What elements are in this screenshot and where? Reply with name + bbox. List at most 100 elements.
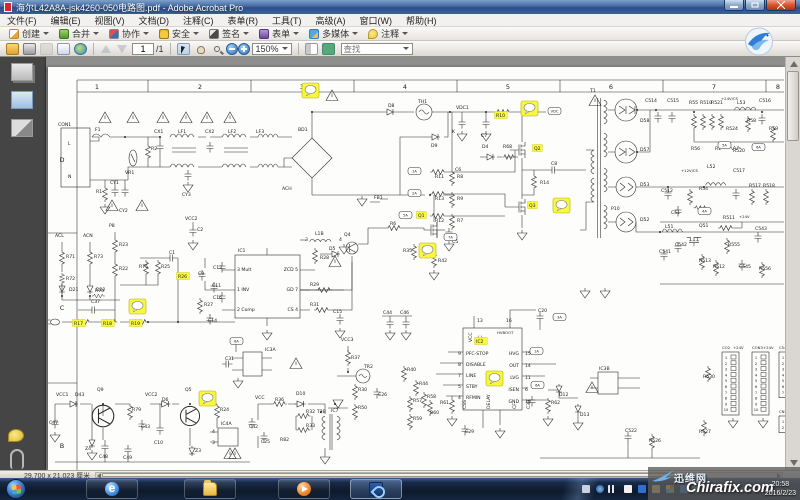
split-view-button[interactable] bbox=[322, 43, 335, 55]
hand-icon bbox=[197, 46, 205, 54]
menu-forms[interactable]: 表单(R) bbox=[221, 14, 266, 27]
window-titlebar[interactable]: 海尔L42A8A-jsk4260-050电路图.pdf - Adobe Acro… bbox=[0, 0, 800, 14]
chevron-down-icon bbox=[403, 47, 409, 50]
attachments-paperclip-icon[interactable] bbox=[10, 449, 24, 469]
share-button[interactable] bbox=[74, 43, 87, 55]
menu-document[interactable]: 文档(D) bbox=[132, 14, 177, 27]
select-tool-button[interactable] bbox=[177, 43, 190, 55]
page-thumbnails-icon[interactable] bbox=[11, 63, 33, 81]
zoom-out-button[interactable] bbox=[226, 43, 238, 55]
marquee-zoom-button[interactable] bbox=[211, 43, 224, 55]
combine-button[interactable]: 合并 bbox=[57, 28, 101, 40]
tray-360-icon[interactable] bbox=[596, 485, 604, 493]
zoom-level-value: 150% bbox=[256, 44, 279, 54]
find-input[interactable] bbox=[344, 44, 400, 54]
separator bbox=[93, 43, 94, 55]
lock-icon bbox=[159, 29, 169, 39]
taskbar-mediaplayer-button[interactable] bbox=[278, 479, 330, 499]
menu-edit[interactable]: 编辑(E) bbox=[44, 14, 88, 27]
pdf-doc-icon bbox=[4, 2, 12, 12]
zoom-in-button[interactable] bbox=[238, 43, 250, 55]
horizontal-scroll-thumb[interactable] bbox=[102, 473, 682, 477]
maximize-button[interactable] bbox=[745, 0, 765, 11]
collaborate-button[interactable]: 协作 bbox=[107, 28, 151, 40]
chevron-down-icon bbox=[282, 47, 288, 50]
multimedia-icon bbox=[309, 29, 319, 39]
chevron-down-icon bbox=[143, 32, 149, 35]
previous-page-button[interactable] bbox=[101, 45, 111, 53]
start-button[interactable] bbox=[6, 479, 26, 499]
windows-flag-icon bbox=[12, 484, 22, 494]
chevron-down-icon bbox=[93, 32, 99, 35]
magnifier-icon bbox=[214, 46, 220, 52]
pdf-page[interactable] bbox=[48, 67, 785, 470]
email-button[interactable] bbox=[57, 43, 70, 55]
tile-view-button[interactable] bbox=[305, 43, 318, 55]
hand-tool-button[interactable] bbox=[194, 43, 207, 55]
scroll-down-arrow[interactable] bbox=[790, 460, 798, 466]
secure-button[interactable]: 安全 bbox=[157, 28, 201, 40]
navigation-pane bbox=[0, 57, 46, 470]
desktop: 海尔L42A8A-jsk4260-050电路图.pdf - Adobe Acro… bbox=[0, 0, 800, 500]
taskbar-ie-button[interactable]: e bbox=[86, 479, 138, 499]
scroll-up-arrow[interactable] bbox=[790, 61, 798, 67]
chevron-down-icon bbox=[402, 32, 408, 35]
chevron-down-icon bbox=[352, 32, 358, 35]
open-file-button[interactable] bbox=[6, 43, 19, 55]
taskbar-explorer-button[interactable] bbox=[184, 479, 236, 499]
pen-icon bbox=[209, 29, 219, 39]
media-player-icon bbox=[297, 482, 311, 496]
next-page-button[interactable] bbox=[117, 45, 127, 53]
menu-view[interactable]: 视图(V) bbox=[88, 14, 132, 27]
folder-icon bbox=[203, 482, 217, 496]
close-button[interactable] bbox=[766, 0, 796, 11]
taskbar-video-app-button[interactable] bbox=[350, 479, 402, 499]
find-box[interactable] bbox=[341, 43, 413, 55]
page-number-input[interactable] bbox=[132, 43, 154, 55]
forms-button[interactable]: 表单 bbox=[257, 28, 301, 40]
document-area: 12345678DCBCON1LNF1VR1R2CX1LF1CX2LF2LF3B… bbox=[0, 57, 800, 470]
layers-icon[interactable] bbox=[11, 119, 33, 137]
multimedia-button[interactable]: 多媒体 bbox=[307, 28, 360, 40]
chevron-down-icon bbox=[243, 32, 249, 35]
sign-button[interactable]: 签名 bbox=[207, 28, 251, 40]
vertical-scrollbar[interactable] bbox=[785, 57, 800, 470]
menu-advanced[interactable]: 高级(A) bbox=[309, 14, 353, 27]
plugin-bird-logo[interactable] bbox=[742, 27, 776, 56]
separator bbox=[298, 43, 299, 55]
menu-window[interactable]: 窗口(W) bbox=[353, 14, 400, 27]
taskbar-clock[interactable]: 20:58 2016/2/23 bbox=[765, 480, 796, 498]
zoom-level-select[interactable]: 150% bbox=[252, 43, 292, 55]
print-button[interactable] bbox=[23, 43, 36, 55]
menu-tools[interactable]: 工具(T) bbox=[265, 14, 309, 27]
separator bbox=[170, 43, 171, 55]
create-button[interactable]: 创建 bbox=[7, 28, 51, 40]
tray-image-icon[interactable] bbox=[624, 485, 632, 493]
internet-explorer-icon: e bbox=[105, 482, 119, 496]
cursor-icon bbox=[181, 46, 185, 54]
file-toolbar: /1 150% bbox=[0, 41, 800, 57]
tray-thunder-icon[interactable] bbox=[638, 485, 646, 493]
vertical-scroll-thumb[interactable] bbox=[787, 71, 799, 141]
menu-bar: 文件(F) 编辑(E) 视图(V) 文档(D) 注释(C) 表单(R) 工具(T… bbox=[0, 14, 800, 27]
tray-input-indicator-icon[interactable] bbox=[608, 485, 616, 493]
minimize-button[interactable] bbox=[724, 0, 744, 11]
menu-help[interactable]: 帮助(H) bbox=[399, 14, 444, 27]
chevron-down-icon bbox=[293, 32, 299, 35]
window-title: 海尔L42A8A-jsk4260-050电路图.pdf - Adobe Acro… bbox=[16, 1, 243, 14]
bookmarks-icon[interactable] bbox=[11, 91, 33, 109]
clock-time: 20:58 bbox=[772, 481, 790, 488]
chevron-down-icon bbox=[193, 32, 199, 35]
page-total-label: /1 bbox=[156, 44, 164, 54]
video-app-icon bbox=[369, 482, 383, 496]
save-button[interactable] bbox=[40, 43, 53, 55]
chevron-down-icon bbox=[43, 32, 49, 35]
comment-button[interactable]: 注释 bbox=[366, 28, 410, 40]
comment-bubble-icon bbox=[368, 29, 378, 39]
comments-panel-icon[interactable] bbox=[8, 429, 24, 442]
collaborate-icon bbox=[109, 29, 119, 39]
menu-file[interactable]: 文件(F) bbox=[0, 14, 44, 27]
menu-comments[interactable]: 注释(C) bbox=[176, 14, 221, 27]
form-icon bbox=[259, 29, 269, 39]
tray-audio-icon[interactable] bbox=[582, 485, 590, 493]
